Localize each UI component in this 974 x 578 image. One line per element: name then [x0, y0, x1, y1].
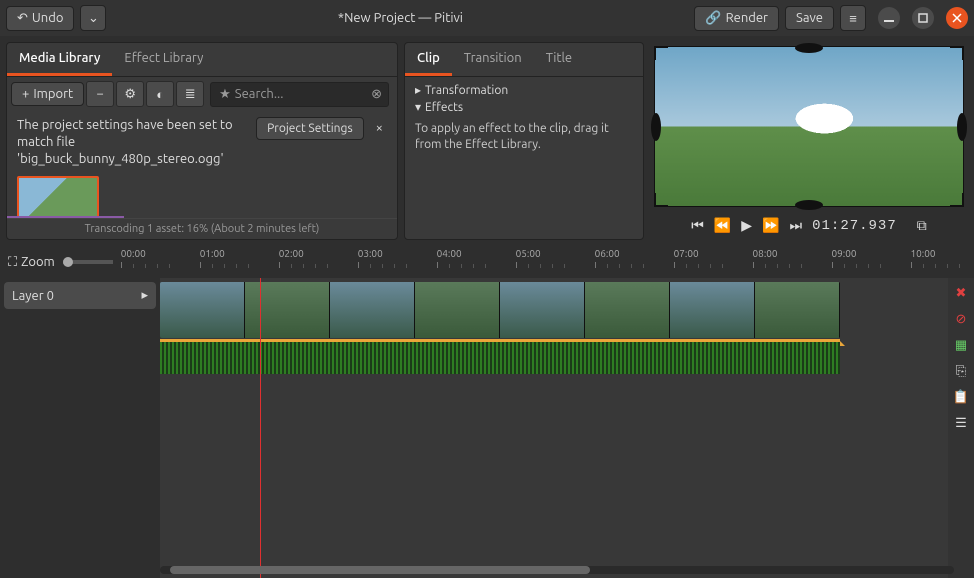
rewind-button[interactable]: ⏪ — [714, 217, 731, 234]
timeline-scrollbar[interactable] — [160, 566, 954, 574]
media-thumbnail[interactable] — [17, 176, 99, 216]
tab-media-library[interactable]: Media Library — [7, 43, 112, 76]
group-button[interactable]: ▦ — [950, 334, 972, 356]
timeline-side-toolbar: ✖ ⊘ ▦ ⎘ 📋 ☰ — [948, 278, 974, 578]
expand-right-icon: ▸ — [415, 83, 421, 100]
undo-button[interactable]: ↶ Undo — [6, 6, 74, 31]
save-button[interactable]: Save — [785, 6, 834, 30]
remove-button[interactable]: − — [86, 81, 114, 107]
tag-icon: ◐ — [156, 87, 164, 102]
zoom-label: Zoom — [21, 255, 55, 269]
play-button[interactable]: ▶ — [741, 217, 752, 234]
preview-panel: ⏮ ⏪ ▶ ⏩ ⏭ 01:27.937 ⧉ — [650, 42, 968, 240]
timecode-display: 01:27.937 — [812, 218, 897, 234]
video-clip[interactable] — [160, 282, 840, 338]
minimize-icon — [884, 13, 894, 23]
video-preview[interactable] — [654, 46, 964, 207]
playback-controls: ⏮ ⏪ ▶ ⏩ ⏭ 01:27.937 ⧉ — [650, 211, 968, 240]
crop-handle-left[interactable] — [651, 113, 661, 141]
minus-icon: − — [96, 87, 103, 101]
effects-hint: To apply an effect to the clip, drag it … — [415, 121, 633, 155]
delete-button[interactable]: ✖ — [950, 282, 972, 304]
crop-corner-tr[interactable] — [950, 46, 964, 60]
tab-clip[interactable]: Clip — [405, 43, 452, 76]
window-close-button[interactable] — [946, 7, 968, 29]
align-button[interactable]: ☰ — [950, 412, 972, 434]
crop-corner-tl[interactable] — [654, 46, 668, 60]
import-label: Import — [33, 87, 73, 101]
skip-end-button[interactable]: ⏭ — [790, 217, 803, 234]
crop-corner-bl[interactable] — [654, 193, 668, 207]
library-tabs: Media Library Effect Library — [7, 43, 397, 77]
project-settings-button[interactable]: Project Settings — [256, 117, 364, 140]
list-view-button[interactable]: ≣ — [176, 81, 204, 107]
search-input[interactable]: ★ Search... ⊗ — [210, 82, 389, 107]
gear-icon: ⚙ — [124, 87, 136, 102]
undo-icon: ↶ — [17, 11, 28, 26]
zoom-slider[interactable] — [63, 260, 113, 264]
library-toolbar: + Import − ⚙ ◐ ≣ ★ Search... ⊗ — [7, 77, 397, 111]
clip-properties-panel: Clip Transition Title ▸ Transformation ▾… — [404, 42, 644, 240]
layer-label: Layer 0 — [12, 289, 135, 303]
plus-icon: + — [22, 87, 29, 101]
layer-menu-button[interactable]: ▸ — [141, 288, 148, 303]
star-icon: ★ — [219, 87, 231, 101]
import-button[interactable]: + Import — [11, 82, 84, 106]
transformation-expander[interactable]: ▸ Transformation — [415, 83, 633, 100]
close-icon — [952, 13, 962, 23]
tab-effect-library[interactable]: Effect Library — [112, 43, 215, 76]
window-maximize-button[interactable] — [912, 7, 934, 29]
timeline-tracks[interactable] — [160, 278, 948, 578]
zoom-fit-icon[interactable]: ⛶ — [8, 255, 17, 270]
crop-handle-top[interactable] — [795, 43, 823, 53]
zoom-slider-knob[interactable] — [63, 257, 73, 267]
skip-start-button[interactable]: ⏮ — [691, 217, 704, 234]
undo-dropdown-button[interactable]: ⌄ — [80, 5, 106, 31]
render-label: Render — [726, 11, 768, 25]
paste-button[interactable]: 📋 — [950, 386, 972, 408]
forward-button[interactable]: ⏩ — [762, 217, 779, 234]
layers-column: Layer 0 ▸ — [0, 278, 160, 578]
undo-label: Undo — [32, 11, 64, 25]
media-library-panel: Media Library Effect Library + Import − … — [6, 42, 398, 240]
clip-tabs: Clip Transition Title — [405, 43, 643, 77]
maximize-icon — [918, 13, 928, 23]
tags-button[interactable]: ◐ — [146, 81, 174, 107]
search-placeholder: Search... — [235, 87, 284, 101]
transformation-label: Transformation — [425, 83, 508, 100]
clip-properties-button[interactable]: ⚙ — [116, 81, 144, 107]
timeline-ruler[interactable]: 00:0001:0002:0003:0004:0005:0006:0007:00… — [121, 248, 966, 276]
render-button[interactable]: 🔗 Render — [694, 6, 779, 31]
expand-down-icon: ▾ — [415, 100, 421, 117]
ungroup-button[interactable]: ⊘ — [950, 308, 972, 330]
audio-clip[interactable] — [160, 342, 840, 374]
chevron-down-icon: ⌄ — [88, 11, 99, 26]
layer-row[interactable]: Layer 0 ▸ — [4, 282, 156, 309]
effects-label: Effects — [425, 100, 463, 117]
render-icon: 🔗 — [705, 11, 721, 26]
clear-search-icon[interactable]: ⊗ — [371, 87, 382, 102]
titlebar: ↶ Undo ⌄ *New Project — Pitivi 🔗 Render … — [0, 0, 974, 36]
copy-button[interactable]: ⎘ — [950, 360, 972, 382]
transcode-status: Transcoding 1 asset: 16% (About 2 minute… — [7, 218, 397, 239]
window-minimize-button[interactable] — [878, 7, 900, 29]
hamburger-menu-button[interactable]: ≡ — [840, 5, 866, 31]
hamburger-icon: ≡ — [849, 11, 857, 26]
detach-preview-button[interactable]: ⧉ — [917, 217, 927, 234]
timeline-scrollbar-thumb[interactable] — [170, 566, 590, 574]
dismiss-info-button[interactable]: × — [372, 117, 387, 139]
list-icon: ≣ — [185, 87, 196, 102]
effects-expander[interactable]: ▾ Effects — [415, 100, 633, 117]
crop-handle-right[interactable] — [957, 113, 967, 141]
tab-title[interactable]: Title — [534, 43, 584, 76]
tab-transition[interactable]: Transition — [452, 43, 534, 76]
crop-corner-br[interactable] — [950, 193, 964, 207]
window-title: *New Project — Pitivi — [112, 11, 688, 25]
playhead[interactable] — [260, 278, 261, 578]
project-settings-info: The project settings have been set to ma… — [17, 117, 248, 168]
crop-handle-bottom[interactable] — [795, 200, 823, 210]
